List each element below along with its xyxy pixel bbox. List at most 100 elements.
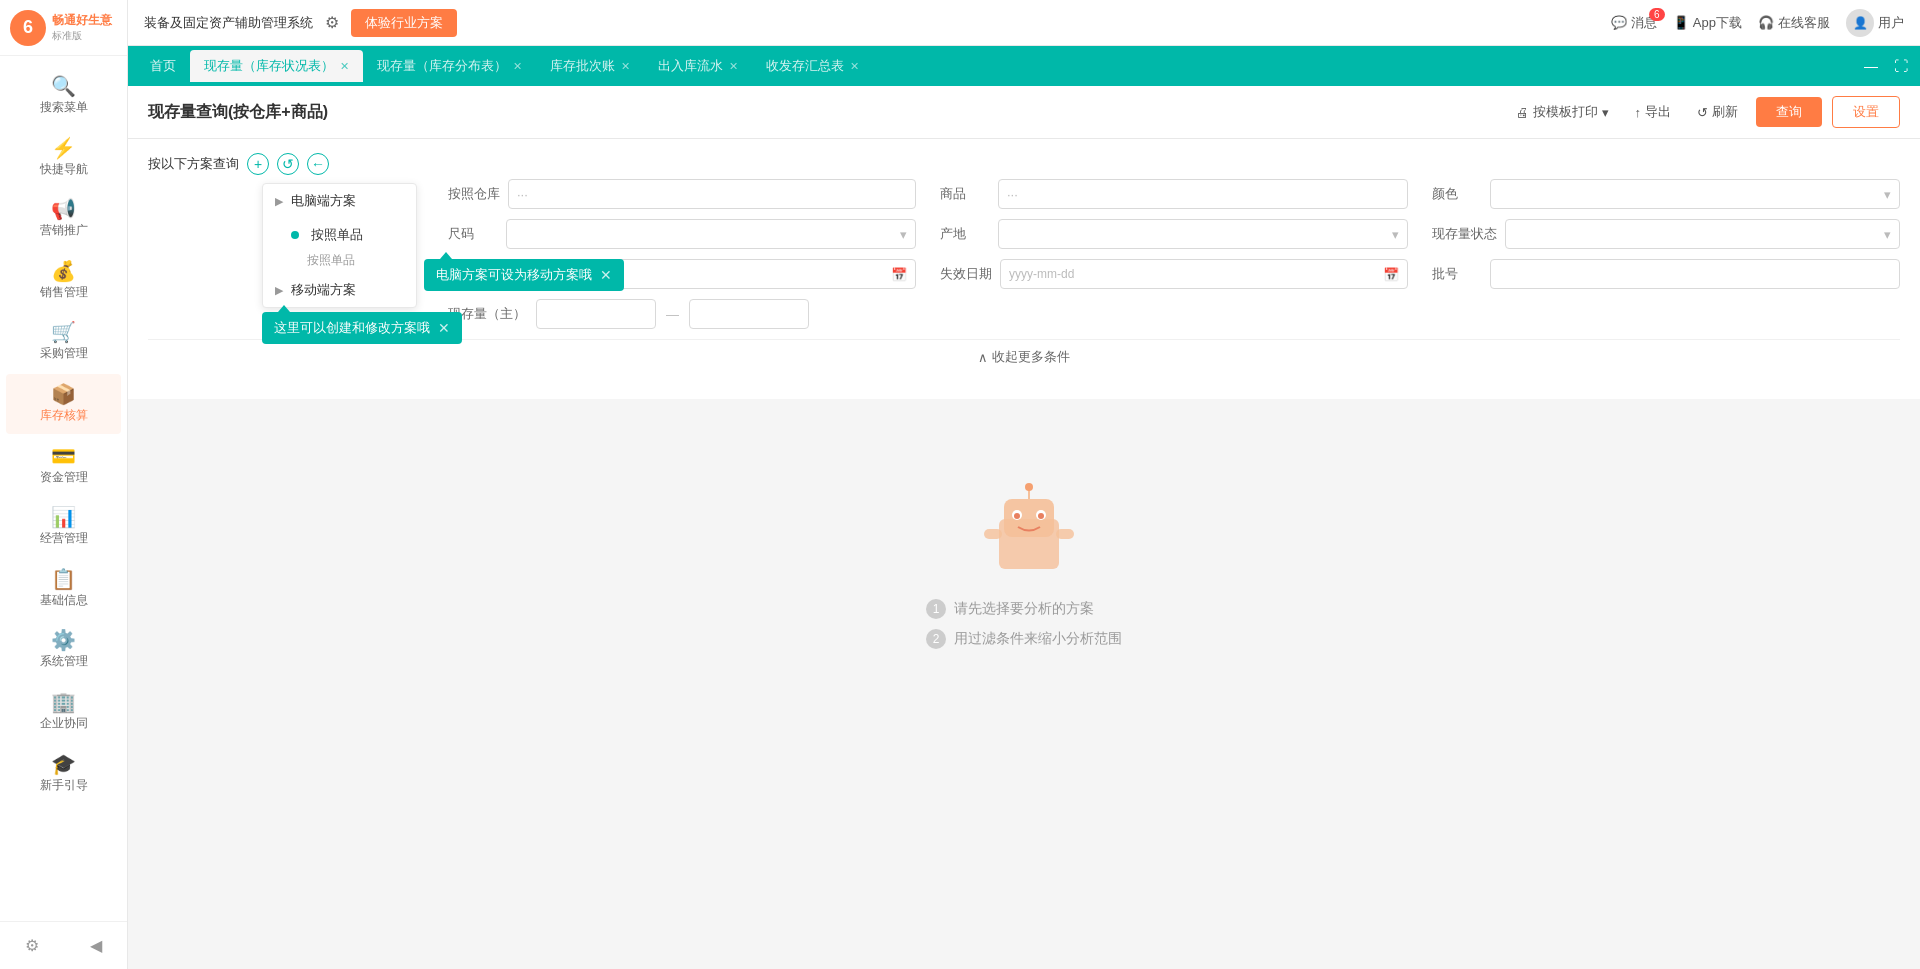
logo-text: 畅通好生意 标准版: [52, 12, 112, 43]
print-icon: 🖨: [1516, 105, 1529, 120]
user-area[interactable]: 👤 用户: [1846, 9, 1904, 37]
back-scheme-button[interactable]: ←: [307, 153, 329, 175]
page-actions: 🖨 按模板打印 ▾ ↑ 导出 ↺ 刷新 查询 设置: [1508, 96, 1901, 128]
sidebar-item-label: 采购管理: [40, 346, 88, 362]
filter-section: 按以下方案查询 + ↺ ← 电脑方案可设为移动方案哦 ✕ ▶ 电脑端方案: [128, 139, 1920, 399]
export-icon: ↑: [1635, 105, 1642, 120]
filter-row-2: 尺码 ▾ 产地 ▾ 现存量状态: [448, 219, 1900, 249]
refresh-button[interactable]: ↺ 刷新: [1689, 99, 1746, 125]
expiry-date-input[interactable]: yyyy-mm-dd 📅: [1000, 259, 1408, 289]
collapse-filter-button[interactable]: ∧ 收起更多条件: [148, 339, 1900, 374]
sidebar-item-system[interactable]: ⚙️ 系统管理: [6, 620, 121, 680]
tab-label: 库存批次账: [550, 57, 615, 75]
chevron-down-icon: ▾: [1884, 227, 1891, 242]
quick-icon: ⚡: [51, 138, 76, 158]
finance-icon: 💳: [51, 446, 76, 466]
tip-num-2: 2: [926, 629, 946, 649]
logo: 6 畅通好生意 标准版: [0, 0, 127, 56]
calendar-icon: 📅: [1383, 267, 1399, 282]
tooltip-close-button[interactable]: ✕: [600, 267, 612, 283]
filter-size: 尺码 ▾: [448, 219, 916, 249]
support-button[interactable]: 🎧 在线客服: [1758, 14, 1830, 32]
sidebar-item-marketing[interactable]: 📢 营销推广: [6, 189, 121, 249]
chevron-down-icon: ▾: [900, 227, 907, 242]
tab-bar-actions: — ⛶: [1860, 54, 1912, 78]
empty-illustration: [974, 479, 1074, 579]
brand-name: 畅通好生意: [52, 12, 112, 29]
origin-select[interactable]: ▾: [998, 219, 1408, 249]
chevron-down-icon: ▾: [1602, 105, 1609, 120]
add-scheme-button[interactable]: +: [247, 153, 269, 175]
sidebar-item-search[interactable]: 🔍 搜索菜单: [6, 66, 121, 126]
batch-input[interactable]: [1490, 259, 1900, 289]
scheme-desktop-items: 按照单品 按照单品: [263, 218, 416, 273]
warehouse-dots: ···: [517, 187, 528, 202]
tab-inventory-dist[interactable]: 现存量（库存分布表） ✕: [363, 50, 536, 82]
settings-button[interactable]: 设置: [1832, 96, 1900, 128]
app-icon: 📱: [1673, 15, 1689, 30]
marketing-icon: 📢: [51, 199, 76, 219]
filter-fields: 按照仓库 ··· 商品 ··· 颜色: [448, 179, 1900, 329]
brand-tag: 标准版: [52, 29, 112, 43]
filter-stock-status: 现存量状态 ▾: [1432, 219, 1900, 249]
sidebar-item-operations[interactable]: 📊 经营管理: [6, 497, 121, 557]
filter-goods: 商品 ···: [940, 179, 1408, 209]
message-badge: 6: [1649, 8, 1665, 21]
app-download-button[interactable]: 📱 App下载: [1673, 14, 1742, 32]
scheme-desktop-group[interactable]: ▶ 电脑端方案: [263, 184, 416, 218]
color-select[interactable]: ▾: [1490, 179, 1900, 209]
goods-select[interactable]: ···: [998, 179, 1408, 209]
tab-home[interactable]: 首页: [136, 50, 190, 82]
sidebar-item-inventory[interactable]: 📦 库存核算: [6, 374, 121, 434]
tab-inventory-status[interactable]: 现存量（库存状况表） ✕: [190, 50, 363, 82]
size-select[interactable]: ▾: [506, 219, 916, 249]
sidebar-item-basic[interactable]: 📋 基础信息: [6, 559, 121, 619]
template-print-button[interactable]: 🖨 按模板打印 ▾: [1508, 99, 1617, 125]
tab-batch-account[interactable]: 库存批次账 ✕: [536, 50, 644, 82]
calendar-icon: 📅: [891, 267, 907, 282]
refresh-scheme-button[interactable]: ↺: [277, 153, 299, 175]
sidebar-item-sales[interactable]: 💰 销售管理: [6, 251, 121, 311]
tab-close-icon[interactable]: ✕: [729, 60, 738, 73]
export-button[interactable]: ↑ 导出: [1627, 99, 1680, 125]
stock-main-from-input[interactable]: [536, 299, 656, 329]
tab-minimize-button[interactable]: —: [1860, 54, 1882, 78]
sidebar-item-guide[interactable]: 🎓 新手引导: [6, 744, 121, 804]
settings-button[interactable]: ⚙: [17, 932, 47, 959]
svg-rect-6: [984, 529, 1002, 539]
main-area: 装备及固定资产辅助管理系统 ⚙ 体验行业方案 💬 消息 6 📱 App下载 🎧 …: [128, 0, 1920, 969]
trial-button[interactable]: 体验行业方案: [351, 9, 457, 37]
svg-rect-7: [1056, 529, 1074, 539]
tab-close-icon[interactable]: ✕: [513, 60, 522, 73]
header-settings-icon[interactable]: ⚙: [325, 13, 339, 32]
warehouse-select[interactable]: ···: [508, 179, 916, 209]
inventory-icon: 📦: [51, 384, 76, 404]
message-icon: 💬: [1611, 15, 1627, 30]
goods-label: 商品: [940, 185, 990, 203]
sidebar-item-enterprise[interactable]: 🏢 企业协同: [6, 682, 121, 742]
scheme-item-0[interactable]: 按照单品: [285, 218, 416, 252]
sidebar-item-purchase[interactable]: 🛒 采购管理: [6, 312, 121, 372]
refresh-icon: ↺: [1697, 105, 1708, 120]
home-label: 首页: [150, 57, 176, 75]
message-button[interactable]: 💬 消息 6: [1611, 14, 1657, 32]
scheme-mobile-group[interactable]: ▶ 移动端方案: [263, 273, 416, 307]
tip-num-1: 1: [926, 599, 946, 619]
query-button[interactable]: 查询: [1756, 97, 1822, 127]
sidebar-item-quick[interactable]: ⚡ 快捷导航: [6, 128, 121, 188]
tab-close-icon[interactable]: ✕: [340, 60, 349, 73]
sidebar-item-finance[interactable]: 💳 资金管理: [6, 436, 121, 496]
svg-point-9: [1025, 483, 1033, 491]
tab-collect-summary[interactable]: 收发存汇总表 ✕: [752, 50, 873, 82]
stock-status-select[interactable]: ▾: [1505, 219, 1900, 249]
batch-label: 批号: [1432, 265, 1482, 283]
tab-close-icon[interactable]: ✕: [621, 60, 630, 73]
stock-main-to-input[interactable]: [689, 299, 809, 329]
collapse-sidebar-button[interactable]: ◀: [82, 932, 110, 959]
sidebar-item-label: 经营管理: [40, 531, 88, 547]
tab-maximize-button[interactable]: ⛶: [1890, 54, 1912, 78]
tooltip-close-button2[interactable]: ✕: [438, 320, 450, 336]
tab-close-icon[interactable]: ✕: [850, 60, 859, 73]
svg-point-4: [1014, 513, 1020, 519]
tab-in-out-flow[interactable]: 出入库流水 ✕: [644, 50, 752, 82]
